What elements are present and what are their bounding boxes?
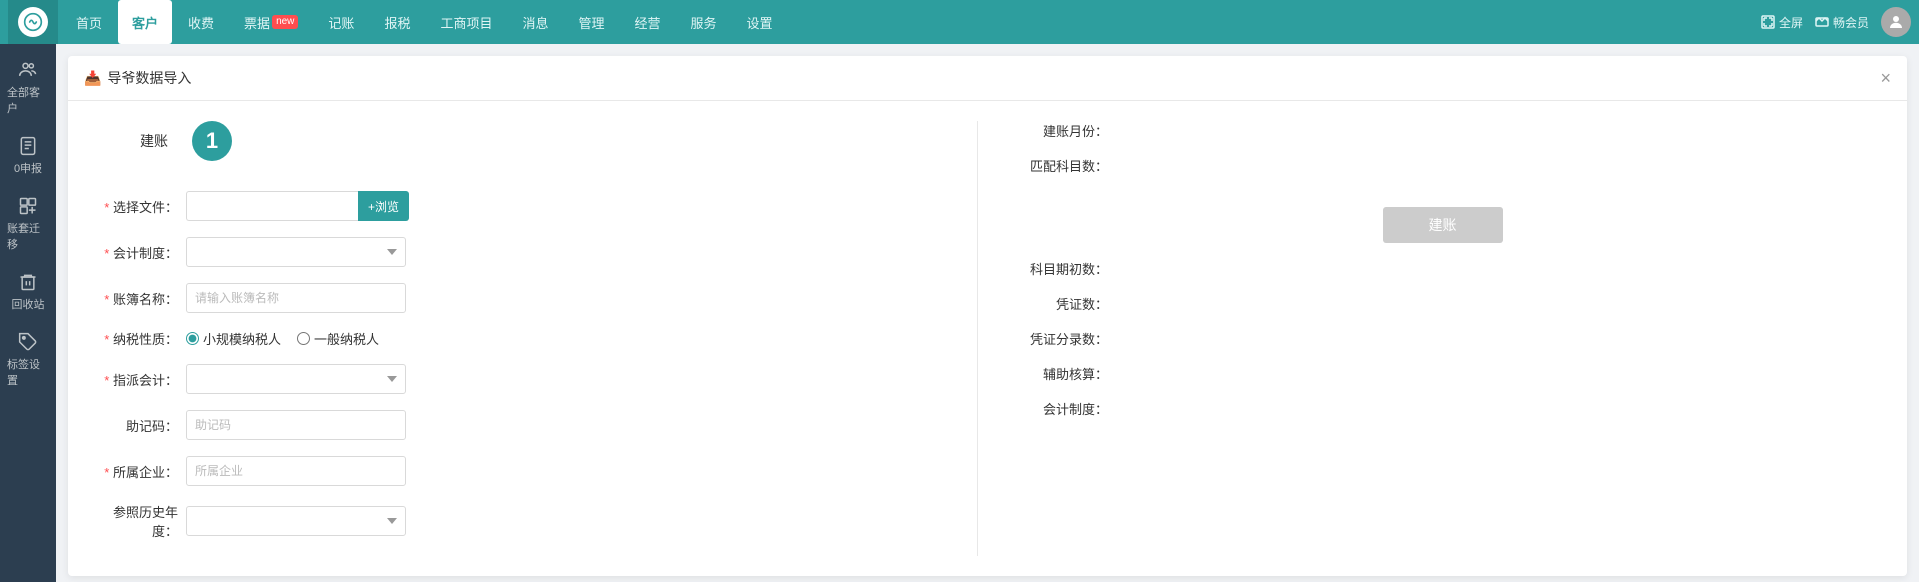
sidebar-item-all-customers[interactable]: 全部客户 <box>3 52 53 124</box>
nav-item-invoice[interactable]: 票据 new <box>230 0 312 44</box>
right-accounting-system-row: 会计制度： <box>1008 399 1877 418</box>
voucher-entry-label: 凭证分录数： <box>1008 329 1108 348</box>
voucher-count-row: 凭证数： <box>1008 294 1877 313</box>
right-panel: 建账月份： 匹配科目数： 建账 科目期初数： 凭证 <box>978 121 1907 556</box>
accountant-label: * 指派会计： <box>88 370 178 389</box>
accounting-system-row: * 会计制度： <box>88 237 957 267</box>
aux-account-label: 辅助核算： <box>1008 364 1108 383</box>
file-row: * 选择文件： +浏览 <box>88 191 957 221</box>
sidebar-item-transfer[interactable]: 账套迁移 <box>3 188 53 260</box>
memo-row: 助记码： <box>88 410 957 440</box>
step-area: 建账 1 <box>88 121 957 161</box>
sidebar-label-customers: 全部客户 <box>7 84 49 116</box>
sidebar-label-tag: 标签设置 <box>7 356 49 388</box>
build-btn-row: 建账 <box>1008 207 1877 243</box>
new-badge: new <box>272 15 298 29</box>
match-subject-row: 匹配科目数： <box>1008 156 1877 175</box>
logo-circle <box>18 7 48 37</box>
ledger-name-row: * 账簿名称： <box>88 283 957 313</box>
aux-account-row: 辅助核算： <box>1008 364 1877 383</box>
company-row: * 所属企业： <box>88 456 957 486</box>
file-input-group: +浏览 <box>186 191 406 221</box>
company-label: * 所属企业： <box>88 462 178 481</box>
nav-item-message[interactable]: 消息 <box>508 0 562 44</box>
sidebar-label-trash: 回收站 <box>12 296 45 312</box>
build-month-row: 建账月份： <box>1008 121 1877 140</box>
accountant-select[interactable] <box>186 364 406 394</box>
nav-item-business[interactable]: 工商项目 <box>426 0 506 44</box>
build-account-button[interactable]: 建账 <box>1383 207 1503 243</box>
dialog-title-text: 导爷数据导入 <box>107 68 191 88</box>
memo-input[interactable] <box>186 410 406 440</box>
step-label: 建账 <box>140 121 168 161</box>
tax-type-label: * 纳税性质： <box>88 329 178 348</box>
dialog-wrapper: 📥 导爷数据导入 × 建账 1 <box>68 56 1907 576</box>
dialog-header: 📥 导爷数据导入 × <box>68 56 1907 101</box>
ledger-name-label: * 账簿名称： <box>88 289 178 308</box>
fullscreen-btn[interactable]: 全屏 <box>1761 14 1803 31</box>
main-content: 📥 导爷数据导入 × 建账 1 <box>56 44 1919 582</box>
nav-items: 首页 客户 收费 票据 new 记账 报税 工商项目 消息 管理 经营 服务 设… <box>62 0 1761 44</box>
nav-item-tax[interactable]: 报税 <box>370 0 424 44</box>
top-nav: 首页 客户 收费 票据 new 记账 报税 工商项目 消息 管理 经营 服务 设… <box>0 0 1919 44</box>
fullscreen-label: 全屏 <box>1779 14 1803 31</box>
logo[interactable] <box>8 0 58 44</box>
initial-subject-row: 科目期初数： <box>1008 259 1877 278</box>
history-year-select[interactable] <box>186 506 406 536</box>
tax-radio-general[interactable]: 一般纳税人 <box>297 329 379 348</box>
accountant-row: * 指派会计： <box>88 364 957 394</box>
browse-button[interactable]: +浏览 <box>358 191 409 221</box>
vip-btn[interactable]: 畅会员 <box>1815 14 1869 31</box>
nav-item-customer[interactable]: 客户 <box>118 0 172 44</box>
build-month-label: 建账月份： <box>1008 121 1108 140</box>
nav-right: 全屏 畅会员 <box>1761 7 1911 37</box>
close-button[interactable]: × <box>1880 69 1891 87</box>
sidebar-label-transfer: 账套迁移 <box>7 220 49 252</box>
ledger-name-input[interactable] <box>186 283 406 313</box>
nav-item-operation[interactable]: 经营 <box>621 0 675 44</box>
voucher-entry-row: 凭证分录数： <box>1008 329 1877 348</box>
layout: 全部客户 0申报 账套迁移 回收站 <box>0 44 1919 582</box>
right-accounting-system-label: 会计制度： <box>1008 399 1108 418</box>
user-avatar[interactable] <box>1881 7 1911 37</box>
dialog-body: 建账 1 * 选择文件： +浏览 <box>68 101 1907 576</box>
file-input[interactable] <box>186 191 358 221</box>
nav-item-bookkeeping[interactable]: 记账 <box>314 0 368 44</box>
sidebar-label-declaration: 0申报 <box>14 160 42 176</box>
tax-type-row: * 纳税性质： 小规模纳税人 一般纳税人 <box>88 329 957 348</box>
vip-label: 畅会员 <box>1833 14 1869 31</box>
company-input[interactable] <box>186 456 406 486</box>
sidebar-item-declaration[interactable]: 0申报 <box>3 128 53 184</box>
nav-item-service[interactable]: 服务 <box>677 0 731 44</box>
history-year-row: 参照历史年度： <box>88 502 957 540</box>
nav-item-settings[interactable]: 设置 <box>733 0 787 44</box>
nav-item-home[interactable]: 首页 <box>62 0 116 44</box>
file-label: * 选择文件： <box>88 197 178 216</box>
initial-subject-label: 科目期初数： <box>1008 259 1108 278</box>
form-section: 建账 1 * 选择文件： +浏览 <box>68 121 978 556</box>
tax-type-group: 小规模纳税人 一般纳税人 <box>186 329 379 348</box>
sidebar-item-trash[interactable]: 回收站 <box>3 264 53 320</box>
dialog-title: 📥 导爷数据导入 <box>84 68 191 88</box>
nav-item-fee[interactable]: 收费 <box>174 0 228 44</box>
step-badge: 1 <box>192 121 232 161</box>
nav-item-manage[interactable]: 管理 <box>564 0 618 44</box>
match-subject-label: 匹配科目数： <box>1008 156 1108 175</box>
memo-label: 助记码： <box>88 416 178 435</box>
accounting-system-label: * 会计制度： <box>88 243 178 262</box>
tax-radio-small[interactable]: 小规模纳税人 <box>186 329 281 348</box>
history-year-label: 参照历史年度： <box>88 502 178 540</box>
sidebar-item-tag-settings[interactable]: 标签设置 <box>3 324 53 396</box>
dialog-title-icon: 📥 <box>84 70 101 87</box>
sidebar: 全部客户 0申报 账套迁移 回收站 <box>0 44 56 582</box>
accounting-system-select[interactable] <box>186 237 406 267</box>
voucher-count-label: 凭证数： <box>1008 294 1108 313</box>
